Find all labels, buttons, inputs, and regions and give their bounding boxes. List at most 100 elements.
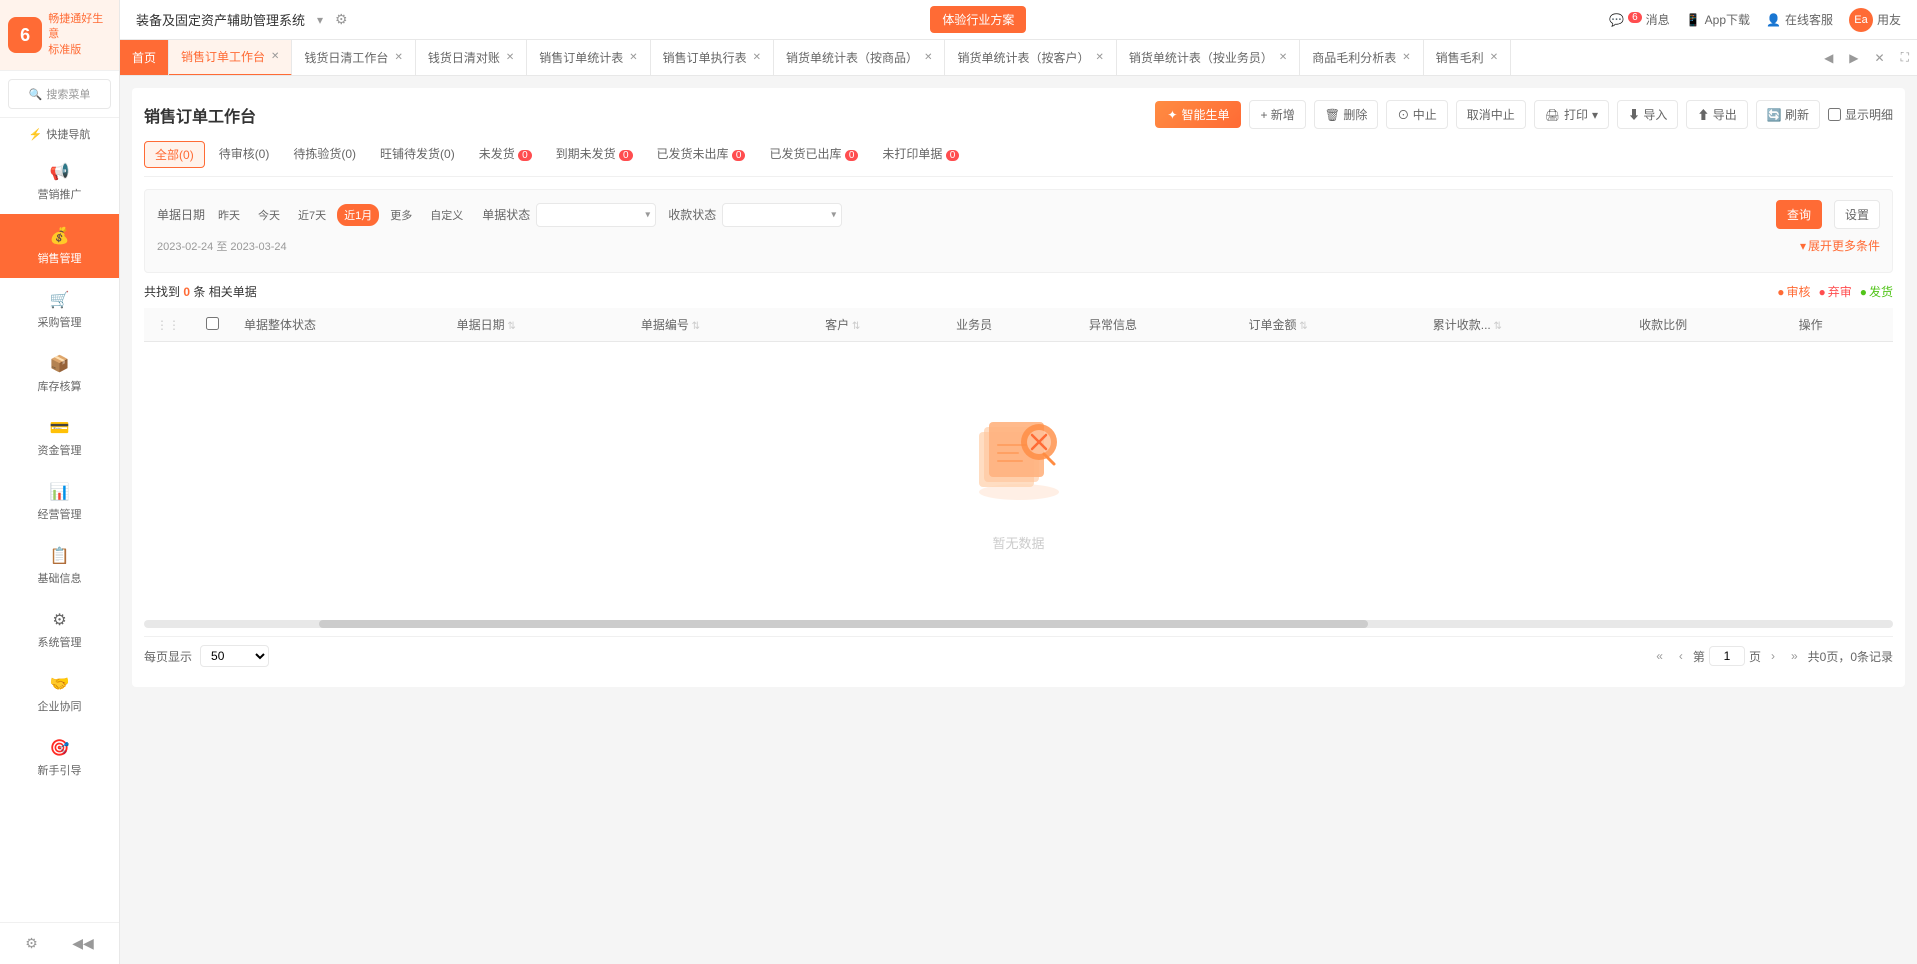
stop-button[interactable]: ⊙ 中止 [1386,100,1447,129]
user-item[interactable]: Ea 用友 [1849,8,1901,32]
tab-summary-product[interactable]: 销货单统计表（按商品） ✕ [774,40,945,76]
refresh-button[interactable]: 🔄 刷新 [1756,100,1820,129]
scroll-thumb[interactable] [319,620,1368,628]
trial-button[interactable]: 体验行业方案 [930,6,1026,33]
tab-gross-margin[interactable]: 商品毛利分析表 ✕ [1300,40,1423,76]
payment-select[interactable] [722,203,842,227]
date-btn-more[interactable]: 更多 [383,204,419,226]
sidebar-item-quick-nav[interactable]: ⚡ 快捷导航 [0,118,119,150]
sidebar-item-guide[interactable]: 🎯 新手引导 [0,726,119,790]
delete-button[interactable]: 🗑 删除 [1314,100,1379,129]
date-btn-today[interactable]: 今天 [251,204,287,226]
show-detail-checkbox[interactable] [1828,108,1841,121]
tab-maximize[interactable]: ⛶ [1893,46,1917,69]
tab-next-arrow[interactable]: ▶ [1841,47,1866,69]
app-download-item[interactable]: 📱 App下载 [1686,11,1750,28]
tab-sales-exec[interactable]: 销售订单执行表 ✕ [651,40,774,76]
sales-icon: 💰 [50,226,70,246]
sidebar-item-system[interactable]: ⚙ 系统管理 [0,598,119,662]
tab-sales-stats-close[interactable]: ✕ [629,52,637,63]
sub-tab-shipped-out[interactable]: 已发货已出库 0 [759,141,868,168]
tab-sales-profit-label: 销售毛利 [1436,49,1484,66]
query-button[interactable]: 查询 [1776,200,1822,229]
tab-gross-margin-close[interactable]: ✕ [1402,52,1410,63]
col-collected[interactable]: 累计收款... [1421,308,1627,342]
sidebar-item-enterprise[interactable]: 🤝 企业协同 [0,662,119,726]
col-date[interactable]: 单据日期 [445,308,629,342]
tab-cash-daily[interactable]: 钱货日清工作台 ✕ [292,40,415,76]
page-number-input[interactable] [1709,646,1745,666]
print-button[interactable]: 🖨 打印 ▾ [1534,100,1609,129]
add-button[interactable]: + 新增 [1249,100,1305,129]
sidebar-item-operations[interactable]: 📊 经营管理 [0,470,119,534]
system-dropdown-icon[interactable]: ▾ [317,13,323,27]
tab-close-all[interactable]: ✕ [1867,47,1893,69]
col-customer[interactable]: 客户 [813,308,944,342]
cancel-stop-button[interactable]: 取消中止 [1456,100,1526,129]
tab-home[interactable]: 首页 [120,40,169,76]
sidebar-item-inventory[interactable]: 📦 库存核算 [0,342,119,406]
date-btn-1month[interactable]: 近1月 [337,204,379,226]
last-page-btn[interactable]: » [1785,647,1804,665]
import-button[interactable]: ⬇ 导入 [1617,100,1678,129]
collapse-icon[interactable]: ◀◀ [68,931,98,956]
sub-tab-pending-check[interactable]: 待拣验货(0) [283,141,366,168]
sidebar: 6 畅捷通好生意 标准版 🔍 搜索菜单 ⚡ 快捷导航 📢 营销推广 💰 销售管理 [0,0,120,964]
date-btn-custom[interactable]: 自定义 [423,204,470,226]
tab-sales-stats[interactable]: 销售订单统计表 ✕ [527,40,650,76]
online-service-item[interactable]: 👤 在线客服 [1766,11,1833,28]
first-page-btn[interactable]: « [1650,647,1669,665]
settings-bottom-icon[interactable]: ⚙ [21,931,42,956]
header-settings-icon[interactable]: ⚙ [335,11,348,28]
col-number[interactable]: 单据编号 [629,308,813,342]
sub-tab-overdue[interactable]: 到期未发货 0 [546,141,643,168]
tab-prev-arrow[interactable]: ◀ [1816,47,1841,69]
sidebar-item-purchase[interactable]: 🛒 采购管理 [0,278,119,342]
prev-page-btn[interactable]: ‹ [1673,647,1689,665]
select-all-checkbox[interactable] [206,317,219,330]
tab-summary-product-close[interactable]: ✕ [924,52,932,63]
sidebar-item-marketing[interactable]: 📢 营销推广 [0,150,119,214]
tab-summary-staff-close[interactable]: ✕ [1279,52,1287,63]
tab-cash-daily-close[interactable]: ✕ [394,52,402,63]
smart-create-button[interactable]: ✦ 智能生单 [1155,101,1241,128]
tab-sales-exec-close[interactable]: ✕ [753,52,761,63]
col-amount[interactable]: 订单金额 [1237,308,1421,342]
date-btn-7days[interactable]: 近7天 [291,204,333,226]
tab-sales-workbench[interactable]: 销售订单工作台 ✕ [169,40,292,76]
expand-filters-button[interactable]: ▾ 展开更多条件 [1800,237,1880,254]
service-icon: 👤 [1766,13,1781,27]
sidebar-item-finance[interactable]: 💳 资金管理 [0,406,119,470]
sub-tab-all[interactable]: 全部(0) [144,141,205,168]
col-actions: 操作 [1787,308,1893,342]
tab-sales-workbench-close[interactable]: ✕ [271,51,279,62]
tab-cash-reconcile[interactable]: 钱货日清对账 ✕ [416,40,527,76]
message-item[interactable]: 💬 6 消息 [1609,11,1670,28]
tab-sales-profit[interactable]: 销售毛利 ✕ [1424,40,1511,76]
sidebar-item-label-operations: 经营管理 [38,506,82,522]
ship-action-btn[interactable]: ● 发货 [1860,283,1893,300]
sub-tab-shipped-not-out[interactable]: 已发货未出库 0 [647,141,756,168]
search-menu-button[interactable]: 🔍 搜索菜单 [8,79,111,109]
next-page-btn[interactable]: › [1765,647,1781,665]
tab-cash-reconcile-close[interactable]: ✕ [506,52,514,63]
settings-filter-button[interactable]: 设置 [1834,200,1880,229]
tab-summary-staff[interactable]: 销货单统计表（按业务员） ✕ [1117,40,1300,76]
sub-tab-pending[interactable]: 待审核(0) [209,141,280,168]
tab-summary-customer[interactable]: 销货单统计表（按客户） ✕ [945,40,1116,76]
sub-tab-wangpu[interactable]: 旺铺待发货(0) [370,141,465,168]
tab-sales-profit-close[interactable]: ✕ [1490,52,1498,63]
tab-summary-customer-close[interactable]: ✕ [1095,52,1103,63]
export-button[interactable]: ⬆ 导出 [1686,100,1747,129]
review-action-btn[interactable]: ● 审核 [1777,283,1810,300]
sidebar-item-sales[interactable]: 💰 销售管理 [0,214,119,278]
sub-tab-not-shipped[interactable]: 未发货 0 [469,141,542,168]
sidebar-item-basic-info[interactable]: 📋 基础信息 [0,534,119,598]
page-size-select[interactable]: 50 10 20 100 [200,645,269,667]
date-btn-yesterday[interactable]: 昨天 [211,204,247,226]
status-select[interactable] [536,203,656,227]
horizontal-scrollbar[interactable] [144,620,1893,628]
sub-tab-not-printed[interactable]: 未打印单据 0 [872,141,969,168]
void-action-btn[interactable]: ● 弃审 [1818,283,1851,300]
show-detail-label[interactable]: 显示明细 [1828,106,1893,123]
